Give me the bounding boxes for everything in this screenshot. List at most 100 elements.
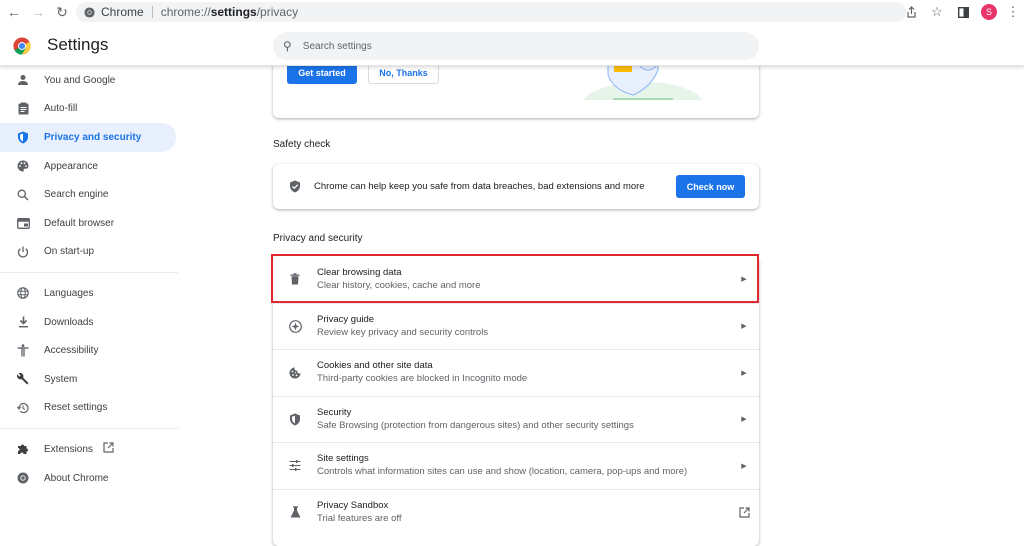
sidebar-item-label: Reset settings bbox=[44, 402, 108, 414]
url-scheme: chrome:// bbox=[160, 5, 211, 19]
side-panel-icon[interactable] bbox=[950, 0, 976, 24]
flask-icon bbox=[287, 506, 303, 518]
globe-icon bbox=[16, 286, 30, 300]
open-in-new-icon bbox=[103, 442, 114, 456]
sidebar-item-label: Privacy and security bbox=[44, 131, 142, 143]
row-subtitle: Review key privacy and security controls bbox=[317, 326, 489, 338]
sidebar-item-auto-fill[interactable]: Auto-fill bbox=[0, 95, 180, 124]
row-subtitle: Clear history, cookies, cache and more bbox=[317, 279, 481, 291]
row-security[interactable]: Security Safe Browsing (protection from d… bbox=[273, 395, 759, 443]
row-title: Cookies and other site data bbox=[317, 360, 433, 372]
compass-icon bbox=[287, 319, 303, 333]
row-privacy-guide[interactable]: Privacy guide Review key privacy and secu… bbox=[273, 302, 759, 350]
arrow-right-icon: ▶ bbox=[741, 416, 747, 424]
sidebar-item-languages[interactable]: Languages bbox=[0, 279, 180, 308]
row-subtitle: Controls what information sites can use … bbox=[317, 466, 688, 478]
safety-check-heading: Safety check bbox=[273, 139, 331, 150]
power-icon bbox=[16, 245, 30, 259]
search-placeholder: Search settings bbox=[302, 40, 372, 52]
sidebar-item-reset-settings[interactable]: Reset settings bbox=[0, 394, 180, 423]
browser-toolbar: ← → ↻ Chrome chrome://settings/privacy ☆… bbox=[0, 0, 1024, 24]
sidebar-item-downloads[interactable]: Downloads bbox=[0, 308, 180, 337]
chrome-site-icon bbox=[84, 6, 95, 18]
privacy-security-card: Clear browsing data Clear history, cookie… bbox=[273, 256, 759, 546]
more-vert-icon[interactable]: ⋮ bbox=[1002, 0, 1024, 24]
chrome-icon bbox=[16, 471, 30, 485]
row-clear-browsing-data[interactable]: Clear browsing data Clear history, cookie… bbox=[273, 256, 759, 303]
safety-check-text: Chrome can help keep you safe from data … bbox=[314, 181, 645, 192]
row-title: Security bbox=[317, 406, 352, 418]
browser-icon bbox=[16, 216, 30, 230]
search-input[interactable]: ⚲ Search settings bbox=[273, 32, 759, 60]
row-privacy-sandbox[interactable]: Privacy Sandbox Trial features are off bbox=[273, 488, 759, 536]
forward-icon[interactable]: → bbox=[26, 0, 50, 24]
sidebar-item-default-browser[interactable]: Default browser bbox=[0, 209, 180, 238]
safety-check-card: Chrome can help keep you safe from data … bbox=[273, 164, 759, 209]
page-title: Settings bbox=[47, 35, 109, 54]
row-title: Site settings bbox=[317, 453, 369, 465]
sidebar-item-about-chrome[interactable]: About Chrome bbox=[0, 464, 180, 493]
omnibox-divider bbox=[151, 6, 153, 18]
sidebar-item-accessibility[interactable]: Accessibility bbox=[0, 336, 180, 365]
sidebar-item-label: You and Google bbox=[44, 74, 116, 86]
sidebar-item-label: Appearance bbox=[44, 160, 98, 172]
avatar: S bbox=[981, 4, 997, 20]
sidebar-divider bbox=[0, 428, 178, 430]
sidebar-item-you-and-google[interactable]: You and Google bbox=[0, 66, 180, 95]
sidebar-item-label: Auto-fill bbox=[44, 103, 78, 115]
url-path: /privacy bbox=[256, 5, 299, 19]
download-icon bbox=[16, 315, 30, 329]
cookie-icon bbox=[287, 367, 303, 379]
arrow-right-icon: ▶ bbox=[741, 276, 747, 284]
sidebar-item-on-start-up[interactable]: On start-up bbox=[0, 238, 180, 267]
clipboard-icon bbox=[16, 102, 30, 116]
profile-button[interactable]: S bbox=[976, 0, 1002, 24]
sidebar: You and Google Auto-fill Privacy and sec… bbox=[0, 66, 180, 492]
sidebar-divider bbox=[0, 272, 178, 274]
sidebar-item-label: Search engine bbox=[44, 189, 109, 201]
chrome-logo bbox=[13, 37, 31, 55]
share-icon[interactable] bbox=[898, 0, 924, 24]
sidebar-item-label: Downloads bbox=[44, 316, 94, 328]
check-now-button[interactable]: Check now bbox=[676, 175, 745, 198]
sidebar-item-label: Default browser bbox=[44, 217, 115, 229]
sidebar-item-extensions[interactable]: Extensions bbox=[0, 435, 180, 464]
history-icon bbox=[16, 401, 30, 415]
puzzle-icon bbox=[16, 442, 30, 456]
sidebar-item-label: Accessibility bbox=[44, 345, 99, 357]
url-text: chrome://settings/privacy bbox=[161, 5, 298, 19]
sidebar-item-label: About Chrome bbox=[44, 472, 109, 484]
row-title: Privacy Sandbox bbox=[317, 499, 389, 511]
arrow-right-icon: ▶ bbox=[741, 369, 747, 377]
sidebar-item-label: On start-up bbox=[44, 246, 95, 258]
arrow-right-icon: ▶ bbox=[741, 462, 747, 470]
row-subtitle: Safe Browsing (protection from dangerous… bbox=[317, 419, 634, 431]
privacy-security-heading: Privacy and security bbox=[273, 233, 363, 244]
promo-illustration bbox=[584, 60, 702, 100]
sidebar-item-appearance[interactable]: Appearance bbox=[0, 152, 180, 181]
trash-icon bbox=[287, 273, 303, 285]
row-site-settings[interactable]: Site settings Controls what information s… bbox=[273, 442, 759, 489]
shield-icon bbox=[287, 413, 303, 426]
back-icon[interactable]: ← bbox=[2, 0, 26, 24]
url-host: settings bbox=[210, 5, 257, 19]
sidebar-item-search-engine[interactable]: Search engine bbox=[0, 180, 180, 209]
sidebar-item-label: Extensions bbox=[44, 443, 93, 455]
person-icon bbox=[16, 73, 30, 87]
search-icon: ⚲ bbox=[283, 39, 292, 53]
row-title: Privacy guide bbox=[317, 313, 375, 325]
wrench-icon bbox=[16, 372, 30, 386]
address-bar[interactable]: Chrome chrome://settings/privacy bbox=[76, 2, 906, 22]
sidebar-item-privacy-and-security[interactable]: Privacy and security bbox=[0, 123, 176, 152]
row-cookies[interactable]: Cookies and other site data Third-party c… bbox=[273, 349, 759, 396]
tune-icon bbox=[287, 460, 303, 472]
sidebar-item-label: System bbox=[44, 373, 78, 385]
open-in-new-icon bbox=[729, 507, 759, 518]
shield-icon bbox=[16, 130, 30, 144]
arrow-right-icon: ▶ bbox=[741, 323, 747, 331]
reload-icon[interactable]: ↻ bbox=[50, 0, 74, 24]
search-icon bbox=[16, 188, 30, 202]
site-label: Chrome bbox=[101, 5, 144, 19]
bookmark-star-icon[interactable]: ☆ bbox=[924, 0, 950, 24]
sidebar-item-system[interactable]: System bbox=[0, 365, 180, 394]
